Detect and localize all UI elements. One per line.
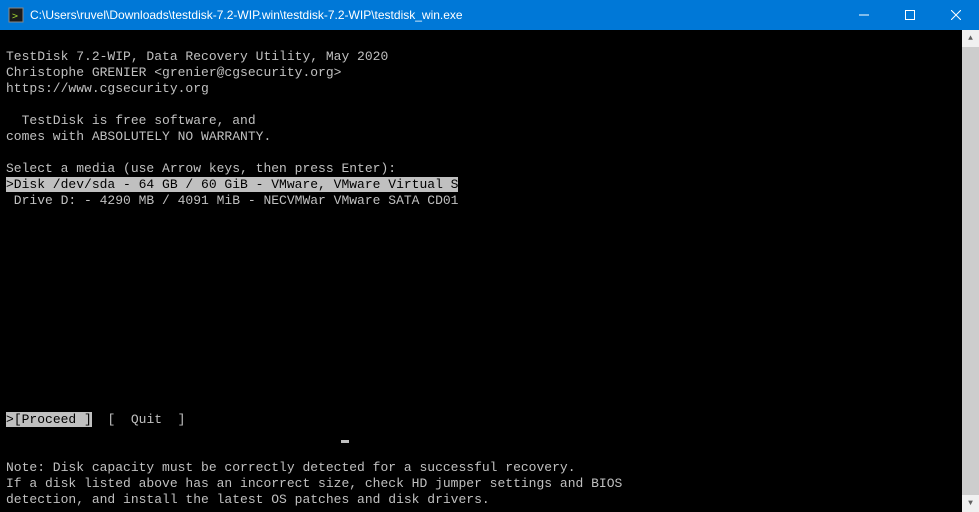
scroll-thumb[interactable] [962, 47, 979, 495]
proceed-button[interactable]: [Proceed ] [14, 412, 92, 427]
bottom-section: >[Proceed ] [ Quit ] Note: Disk capacity… [6, 396, 956, 508]
header-line: Christophe GRENIER <grenier@cgsecurity.o… [6, 65, 341, 80]
select-prompt: Select a media (use Arrow keys, then pre… [6, 161, 396, 176]
cursor-line [6, 428, 956, 444]
window-titlebar: > C:\Users\ruvel\Downloads\testdisk-7.2-… [0, 0, 979, 30]
disk-row-selected[interactable]: >Disk /dev/sda - 64 GB / 60 GiB - VMware… [6, 177, 458, 192]
note-line: detection, and install the latest OS pat… [6, 492, 490, 507]
scroll-down-arrow[interactable]: ▼ [962, 495, 979, 512]
app-icon: > [8, 7, 24, 23]
svg-text:>: > [12, 11, 18, 22]
scroll-up-arrow[interactable]: ▲ [962, 30, 979, 47]
note-line: Note: Disk capacity must be correctly de… [6, 460, 576, 475]
terminal-content[interactable]: TestDisk 7.2-WIP, Data Recovery Utility,… [0, 30, 979, 512]
disk-row[interactable]: Drive D: - 4290 MB / 4091 MiB - NECVMWar… [6, 193, 458, 208]
window-title: C:\Users\ruvel\Downloads\testdisk-7.2-WI… [30, 8, 841, 22]
text-cursor [341, 440, 349, 443]
note-line: If a disk listed above has an incorrect … [6, 476, 622, 491]
header-line: https://www.cgsecurity.org [6, 81, 209, 96]
quit-button[interactable]: [ Quit ] [107, 412, 185, 427]
proceed-marker: > [6, 412, 14, 427]
maximize-button[interactable] [887, 0, 933, 30]
window-controls [841, 0, 979, 30]
intro-line: comes with ABSOLUTELY NO WARRANTY. [6, 129, 271, 144]
menu-row: >[Proceed ] [ Quit ] [6, 412, 185, 427]
header-line: TestDisk 7.2-WIP, Data Recovery Utility,… [6, 49, 388, 64]
vertical-scrollbar[interactable]: ▲ ▼ [962, 30, 979, 512]
close-button[interactable] [933, 0, 979, 30]
intro-line: TestDisk is free software, and [6, 113, 256, 128]
minimize-button[interactable] [841, 0, 887, 30]
